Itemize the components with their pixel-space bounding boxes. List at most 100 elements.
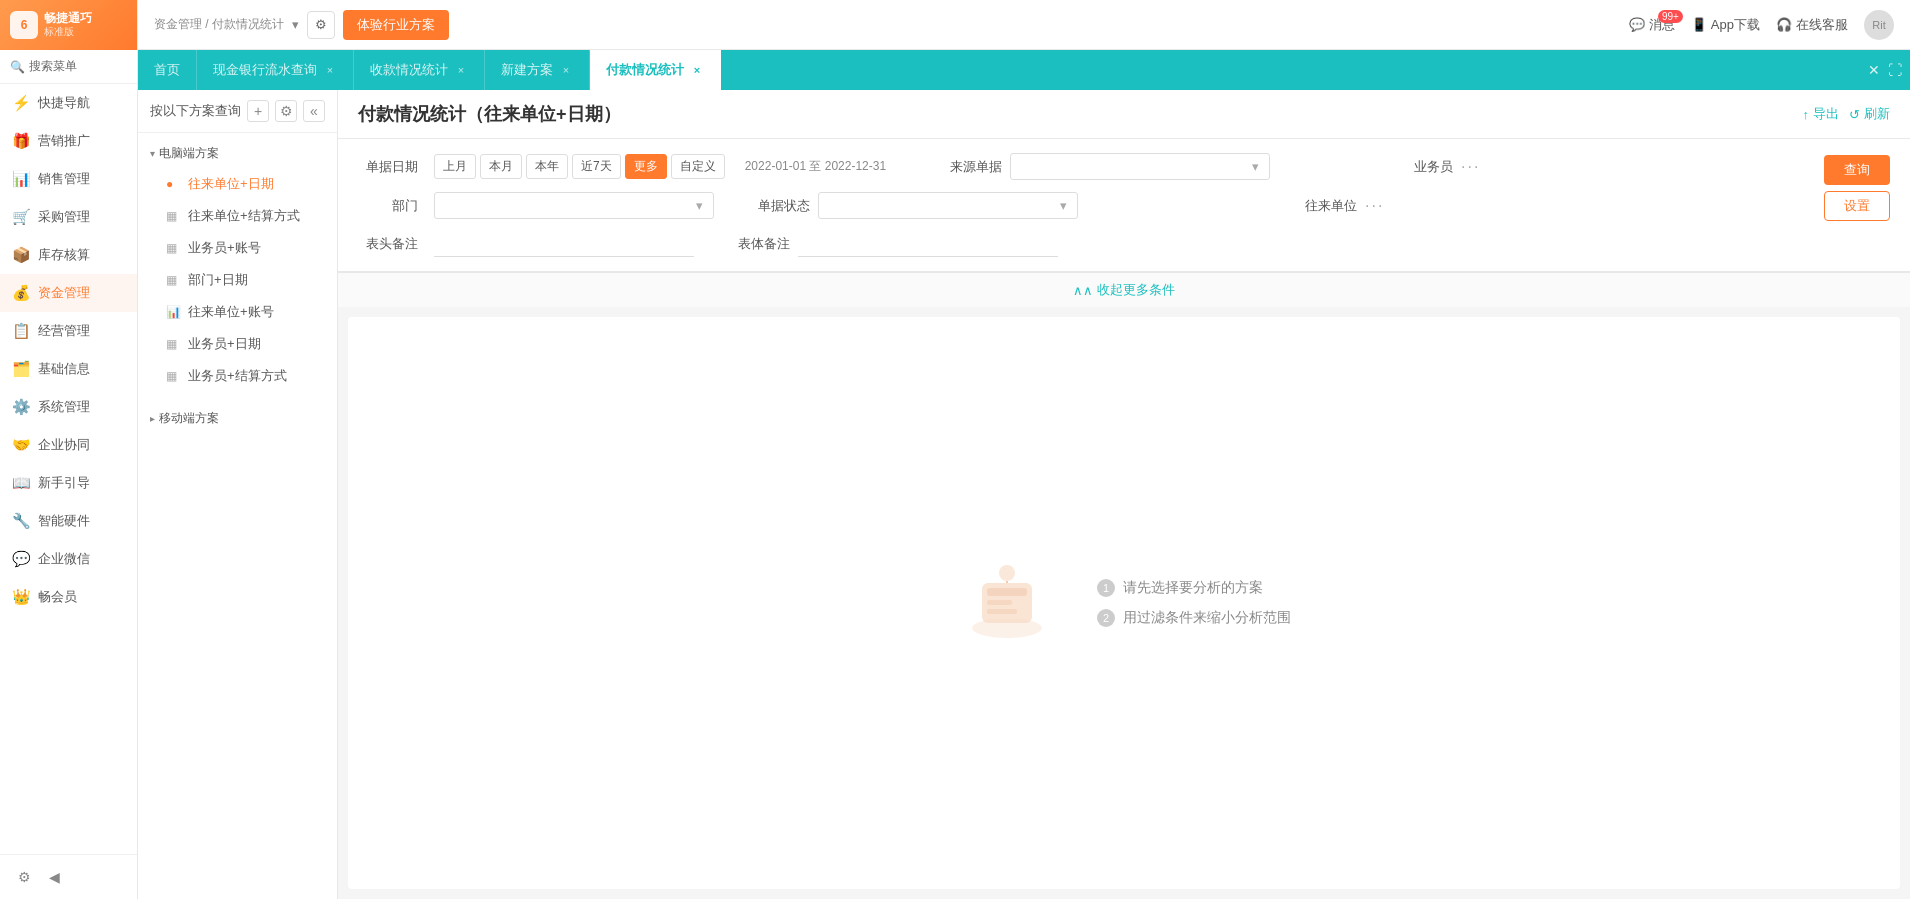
tab-expand-btn[interactable]: ⛶	[1888, 62, 1902, 78]
sidebar-footer: ⚙ ◀	[0, 854, 137, 899]
desktop-group-title[interactable]: 电脑端方案	[138, 139, 337, 168]
scheme-item-partner-account[interactable]: 📊 往来单位+账号	[138, 296, 337, 328]
sidebar-item-guide[interactable]: 📖 新手引导	[0, 464, 137, 502]
scheme-settings-btn[interactable]: ⚙	[275, 100, 297, 122]
sidebar-item-operations[interactable]: 📋 经营管理	[0, 312, 137, 350]
empty-tips: 1 请先选择要分析的方案 2 用过滤条件来缩小分析范围	[1097, 579, 1291, 627]
doc-status-label: 单据状态	[750, 197, 810, 215]
operations-icon: 📋	[12, 322, 30, 340]
staff-select[interactable]: ···	[1461, 158, 1480, 176]
left-panel-title: 按以下方案查询	[150, 102, 241, 120]
scheme-item-partner-settle[interactable]: ▦ 往来单位+结算方式	[138, 200, 337, 232]
sidebar-item-finance[interactable]: 💰 资金管理	[0, 274, 137, 312]
dept-select[interactable]: ▾	[434, 192, 714, 219]
sidebar-collapse-btn[interactable]: ◀	[42, 865, 66, 889]
date-btn-last-7[interactable]: 近7天	[572, 154, 621, 179]
tip-num-1: 1	[1097, 579, 1115, 597]
body-note-input[interactable]	[798, 231, 1058, 257]
tab-cash-flow[interactable]: 现金银行流水查询 ×	[197, 50, 354, 90]
desktop-group-arrow	[150, 148, 155, 159]
scheme-item-staff-account[interactable]: ▦ 业务员+账号	[138, 232, 337, 264]
scheme-collapse-btn[interactable]: «	[303, 100, 325, 122]
sidebar-item-purchase[interactable]: 🛒 采购管理	[0, 198, 137, 236]
tab-close-payment-stats[interactable]: ×	[690, 63, 704, 77]
date-btn-prev-month[interactable]: 上月	[434, 154, 476, 179]
sidebar-header: 6 畅捷通巧 标准版	[0, 0, 137, 50]
sidebar-item-hardware[interactable]: 🔧 智能硬件	[0, 502, 137, 540]
filter-row-3: 表头备注 表体备注	[358, 231, 1808, 257]
basic-info-icon: 🗂️	[12, 360, 30, 378]
collapse-conditions-btn[interactable]: ∧∧ 收起更多条件	[358, 281, 1890, 299]
date-btn-more[interactable]: 更多	[625, 154, 667, 179]
add-scheme-btn[interactable]: +	[247, 100, 269, 122]
filter-settings-btn[interactable]: 设置	[1824, 191, 1890, 221]
app-icon: 📱	[1691, 17, 1707, 32]
scheme-item-staff-date[interactable]: ▦ 业务员+日期	[138, 328, 337, 360]
tab-receipt-stats[interactable]: 收款情况统计 ×	[354, 50, 485, 90]
scheme-item-staff-settle[interactable]: ▦ 业务员+结算方式	[138, 360, 337, 392]
sidebar-item-quick-nav[interactable]: ⚡ 快捷导航	[0, 84, 137, 122]
sidebar-item-marketing[interactable]: 🎁 营销推广	[0, 122, 137, 160]
tab-close-receipt-stats[interactable]: ×	[454, 63, 468, 77]
date-range: 2022-01-01 至 2022-12-31	[745, 158, 886, 175]
quick-nav-icon: ⚡	[12, 94, 30, 112]
sidebar-item-system[interactable]: ⚙️ 系统管理	[0, 388, 137, 426]
page-header: 付款情况统计（往来单位+日期） ↑ 导出 ↺ 刷新	[338, 90, 1910, 139]
message-icon: 💬	[1629, 17, 1645, 32]
sidebar-item-inventory[interactable]: 📦 库存核算	[0, 236, 137, 274]
staff-account-icon: ▦	[166, 241, 182, 255]
sidebar-item-sales[interactable]: 📊 销售管理	[0, 160, 137, 198]
trial-btn[interactable]: 体验行业方案	[343, 10, 449, 40]
source-dropdown-icon: ▾	[1252, 159, 1259, 174]
scheme-item-dept-date[interactable]: ▦ 部门+日期	[138, 264, 337, 296]
sidebar-item-member[interactable]: 👑 畅会员	[0, 578, 137, 616]
collapse-bar: ∧∧ 收起更多条件	[338, 272, 1910, 307]
logo-text: 畅捷通巧	[44, 11, 92, 25]
desktop-scheme-group: 电脑端方案 ● 往来单位+日期 ▦ 往来单位+结算方式 ▦ 业务员+账号 ▦ 部…	[138, 133, 337, 398]
source-select[interactable]: ▾	[1010, 153, 1270, 180]
sidebar-version: 标准版	[44, 25, 92, 39]
partner-date-icon: ●	[166, 177, 182, 191]
tab-home[interactable]: 首页	[138, 50, 197, 90]
topbar-gear-btn[interactable]: ⚙	[307, 11, 335, 39]
sales-icon: 📊	[12, 170, 30, 188]
search-menu[interactable]: 🔍 搜索菜单	[0, 50, 137, 84]
scheme-item-partner-date[interactable]: ● 往来单位+日期	[138, 168, 337, 200]
tab-close-all-btn[interactable]: ✕	[1868, 62, 1880, 78]
partner-select[interactable]: ···	[1365, 197, 1384, 215]
topbar: 资金管理 / 付款情况统计 ▾ ⚙ 体验行业方案 💬 消息 99+ 📱 App下…	[138, 0, 1910, 50]
page-header-actions: ↑ 导出 ↺ 刷新	[1803, 105, 1891, 123]
doc-status-select[interactable]: ▾	[818, 192, 1078, 219]
refresh-btn[interactable]: ↺ 刷新	[1849, 105, 1890, 123]
export-icon: ↑	[1803, 107, 1810, 122]
sidebar-item-basic-info[interactable]: 🗂️ 基础信息	[0, 350, 137, 388]
sidebar: 6 畅捷通巧 标准版 🔍 搜索菜单 ⚡ 快捷导航 🎁 营销推广 📊 销售管理 🛒…	[0, 0, 138, 899]
tab-close-cash-flow[interactable]: ×	[323, 63, 337, 77]
online-service-btn[interactable]: 🎧 在线客服	[1776, 16, 1848, 34]
page-title: 付款情况统计（往来单位+日期）	[358, 102, 621, 126]
tab-close-new-plan[interactable]: ×	[559, 63, 573, 77]
mobile-scheme-group: 移动端方案	[138, 398, 337, 439]
message-btn[interactable]: 💬 消息 99+	[1629, 16, 1675, 34]
guide-icon: 📖	[12, 474, 30, 492]
tab-new-plan[interactable]: 新建方案 ×	[485, 50, 590, 90]
tab-payment-stats[interactable]: 付款情况统计 ×	[590, 50, 721, 90]
export-btn[interactable]: ↑ 导出	[1803, 105, 1840, 123]
dept-date-icon: ▦	[166, 273, 182, 287]
topbar-left: 资金管理 / 付款情况统计 ▾ ⚙ 体验行业方案	[154, 10, 1617, 40]
sidebar-item-wechat[interactable]: 💬 企业微信	[0, 540, 137, 578]
app-download-btn[interactable]: 📱 App下载	[1691, 16, 1760, 34]
user-avatar[interactable]: Rit	[1864, 10, 1894, 40]
main-area: 资金管理 / 付款情况统计 ▾ ⚙ 体验行业方案 💬 消息 99+ 📱 App下…	[138, 0, 1910, 899]
sidebar-item-cooperation[interactable]: 🤝 企业协同	[0, 426, 137, 464]
query-btn[interactable]: 查询	[1824, 155, 1890, 185]
sidebar-settings-btn[interactable]: ⚙	[12, 865, 36, 889]
topbar-dropdown-icon[interactable]: ▾	[292, 17, 299, 32]
date-btn-custom[interactable]: 自定义	[671, 154, 725, 179]
date-btn-this-year[interactable]: 本年	[526, 154, 568, 179]
date-btn-this-month[interactable]: 本月	[480, 154, 522, 179]
inventory-icon: 📦	[12, 246, 30, 264]
mobile-group-title[interactable]: 移动端方案	[138, 404, 337, 433]
header-note-input[interactable]	[434, 231, 694, 257]
empty-tip-1: 1 请先选择要分析的方案	[1097, 579, 1291, 597]
